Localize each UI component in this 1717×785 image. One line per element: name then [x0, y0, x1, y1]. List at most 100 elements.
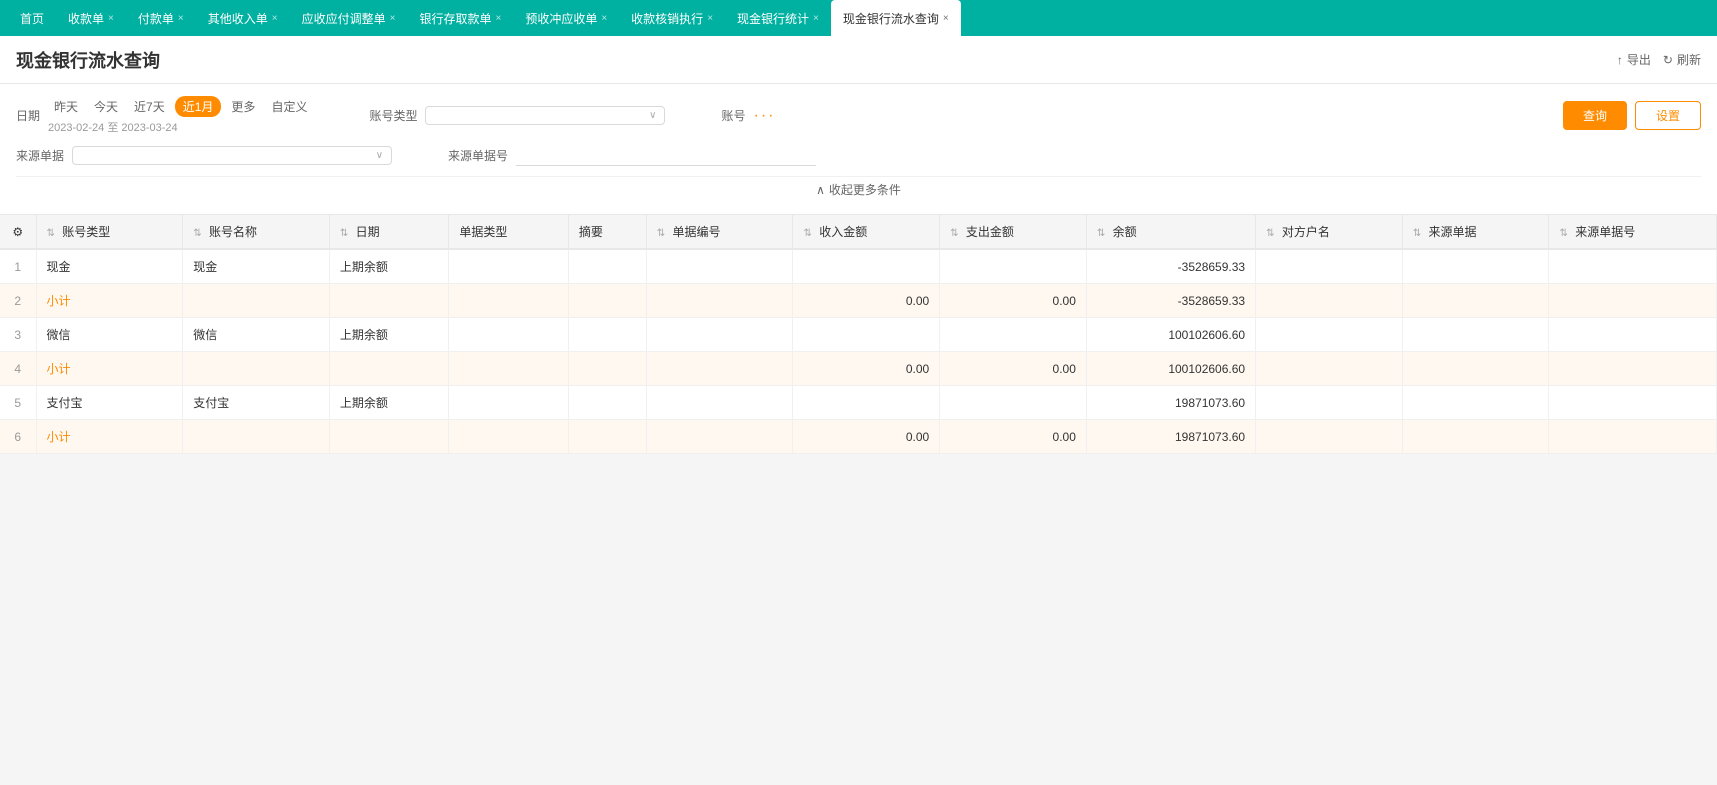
collapse-label: 收起更多条件	[829, 181, 901, 198]
nav-tab-bank-stats[interactable]: 现金银行统计 ×	[725, 0, 831, 36]
nav-tab-fukuan[interactable]: 付款单 ×	[126, 0, 196, 36]
cell-account-name: 支付宝	[183, 386, 330, 420]
date-filter-group: 日期 昨天 今天 近7天 近1月 更多 自定义 2023-02-24 至 202…	[16, 96, 313, 135]
col-source-doc[interactable]: ⇅ 来源单据	[1402, 215, 1549, 249]
cell-balance: 19871073.60	[1086, 420, 1255, 454]
source-doc-select[interactable]: ∨	[72, 146, 392, 165]
nav-close-bank-stats[interactable]: ×	[813, 13, 819, 24]
nav-tab-other-income[interactable]: 其他收入单 ×	[196, 0, 290, 36]
query-button[interactable]: 查询	[1563, 101, 1627, 130]
cell-doc-type	[449, 420, 568, 454]
sort-icon-counterpart: ⇅	[1266, 228, 1274, 239]
cell-counterpart	[1256, 352, 1403, 386]
cell-expense	[940, 318, 1087, 352]
collapse-bar[interactable]: ∧ 收起更多条件	[16, 176, 1701, 202]
cell-account-name: 现金	[183, 249, 330, 284]
col-account-name[interactable]: ⇅ 账号名称	[183, 215, 330, 249]
cell-source-doc-no	[1549, 386, 1717, 420]
cell-balance: 19871073.60	[1086, 386, 1255, 420]
col-date[interactable]: ⇅ 日期	[329, 215, 448, 249]
col-doc-no[interactable]: ⇅ 单据编号	[646, 215, 793, 249]
source-doc-no-input[interactable]	[516, 145, 816, 166]
col-account-type[interactable]: ⇅ 账号类型	[36, 215, 183, 249]
cell-income: 0.00	[793, 284, 940, 318]
cell-source-doc-no	[1549, 352, 1717, 386]
nav-close-fukuan[interactable]: ×	[178, 13, 184, 24]
date-opt-yesterday[interactable]: 昨天	[48, 96, 84, 117]
source-doc-chevron-icon: ∨	[376, 150, 383, 161]
filter-row-2: 来源单据 ∨ 来源单据号	[16, 145, 1701, 166]
cell-account-type: 现金	[36, 249, 183, 284]
date-opt-custom[interactable]: 自定义	[265, 96, 313, 117]
cell-doc-no	[646, 420, 793, 454]
date-opt-more[interactable]: 更多	[225, 96, 261, 117]
table-row[interactable]: 5支付宝支付宝上期余额19871073.60	[0, 386, 1717, 420]
col-settings[interactable]: ⚙	[0, 215, 36, 249]
table-body: 1现金现金上期余额-3528659.332小计0.000.00-3528659.…	[0, 249, 1717, 454]
date-range: 2023-02-24 至 2023-03-24	[48, 119, 313, 135]
refresh-button[interactable]: ↻ 刷新	[1663, 51, 1701, 68]
nav-close-bank-flow[interactable]: ×	[943, 13, 949, 24]
nav-close-shoukuan[interactable]: ×	[108, 13, 114, 24]
table-row[interactable]: 3微信微信上期余额100102606.60	[0, 318, 1717, 352]
cell-counterpart	[1256, 386, 1403, 420]
cell-account-name	[183, 284, 330, 318]
cell-income	[793, 249, 940, 284]
nav-tab-collection[interactable]: 收款核销执行 ×	[619, 0, 725, 36]
page-title: 现金银行流水查询	[16, 47, 160, 73]
nav-close-adjustment[interactable]: ×	[390, 13, 396, 24]
nav-tab-bank-flow[interactable]: 现金银行流水查询 ×	[831, 0, 961, 36]
account-ellipsis-button[interactable]: ···	[753, 107, 775, 125]
cell-row-num: 1	[0, 249, 36, 284]
nav-tab-prepaid[interactable]: 预收冲应收单 ×	[513, 0, 619, 36]
date-opt-7days[interactable]: 近7天	[128, 96, 171, 117]
sort-icon-balance: ⇅	[1097, 228, 1105, 239]
date-opt-today[interactable]: 今天	[88, 96, 124, 117]
table-row[interactable]: 1现金现金上期余额-3528659.33	[0, 249, 1717, 284]
nav-close-other-income[interactable]: ×	[272, 13, 278, 24]
col-counterpart[interactable]: ⇅ 对方户名	[1256, 215, 1403, 249]
col-source-doc-no[interactable]: ⇅ 来源单据号	[1549, 215, 1717, 249]
cell-expense: 0.00	[940, 420, 1087, 454]
cell-expense	[940, 386, 1087, 420]
cell-source-doc	[1402, 318, 1549, 352]
data-table: ⚙ ⇅ 账号类型 ⇅ 账号名称 ⇅ 日期 单据类型 摘要	[0, 215, 1717, 454]
date-opt-1month[interactable]: 近1月	[175, 96, 222, 117]
date-options-container: 昨天 今天 近7天 近1月 更多 自定义 2023-02-24 至 2023-0…	[48, 96, 313, 135]
cell-source-doc	[1402, 420, 1549, 454]
cell-balance: 100102606.60	[1086, 352, 1255, 386]
action-buttons: 查询 设置	[1563, 101, 1701, 130]
nav-close-bank-deposit[interactable]: ×	[495, 13, 501, 24]
nav-tab-bank-deposit[interactable]: 银行存取款单 ×	[407, 0, 513, 36]
nav-home[interactable]: 首页	[8, 0, 56, 36]
cell-account-name: 微信	[183, 318, 330, 352]
cell-account-type: 微信	[36, 318, 183, 352]
cell-summary	[568, 284, 646, 318]
col-balance[interactable]: ⇅ 余额	[1086, 215, 1255, 249]
table-row[interactable]: 4小计0.000.00100102606.60	[0, 352, 1717, 386]
cell-summary	[568, 249, 646, 284]
cell-source-doc-no	[1549, 249, 1717, 284]
top-nav: 首页 收款单 × 付款单 × 其他收入单 × 应收应付调整单 × 银行存取款单 …	[0, 0, 1717, 36]
cell-income	[793, 386, 940, 420]
col-expense[interactable]: ⇅ 支出金额	[940, 215, 1087, 249]
export-button[interactable]: ↑ 导出	[1617, 51, 1651, 68]
nav-close-prepaid[interactable]: ×	[601, 13, 607, 24]
table-row[interactable]: 6小计0.000.0019871073.60	[0, 420, 1717, 454]
cell-source-doc	[1402, 352, 1549, 386]
account-type-select[interactable]: ∨	[425, 106, 665, 125]
gear-icon: ⚙	[12, 225, 23, 239]
nav-tab-adjustment[interactable]: 应收应付调整单 ×	[290, 0, 408, 36]
cell-source-doc	[1402, 284, 1549, 318]
table-row[interactable]: 2小计0.000.00-3528659.33	[0, 284, 1717, 318]
nav-tab-shoukuan[interactable]: 收款单 ×	[56, 0, 126, 36]
table-header: ⚙ ⇅ 账号类型 ⇅ 账号名称 ⇅ 日期 单据类型 摘要	[0, 215, 1717, 249]
source-doc-filter-group: 来源单据 ∨	[16, 146, 392, 165]
nav-close-collection[interactable]: ×	[707, 13, 713, 24]
cell-doc-no	[646, 386, 793, 420]
cell-expense: 0.00	[940, 284, 1087, 318]
cell-row-num: 2	[0, 284, 36, 318]
setting-button[interactable]: 设置	[1635, 101, 1701, 130]
account-type-label: 账号类型	[369, 107, 417, 124]
col-income[interactable]: ⇅ 收入金额	[793, 215, 940, 249]
